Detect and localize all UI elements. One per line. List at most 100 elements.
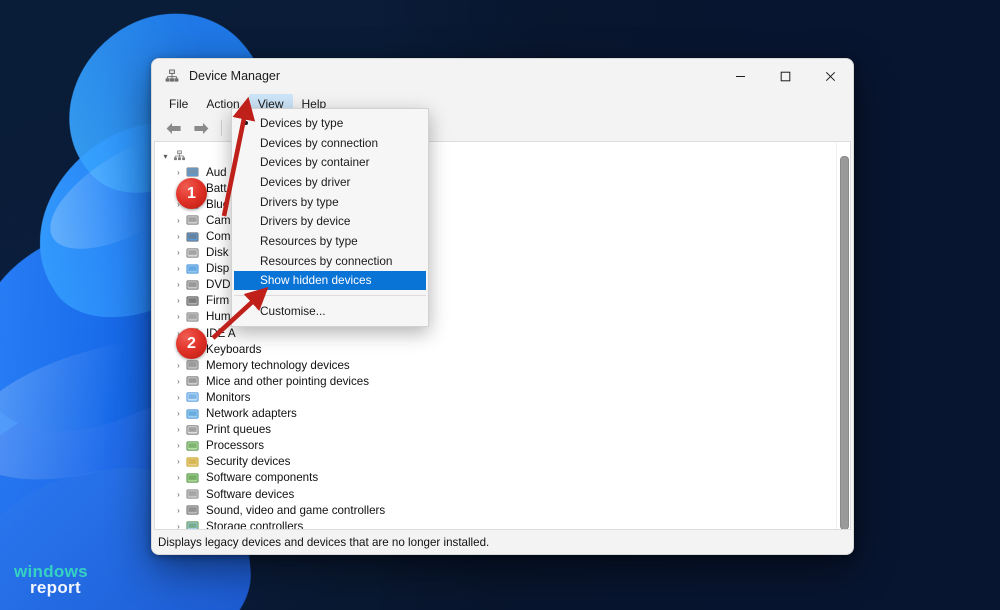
device-category-icon [185, 374, 201, 388]
maximize-icon [780, 71, 791, 81]
chevron-right-icon[interactable]: › [172, 280, 185, 289]
menu-option-show-hidden-devices[interactable]: Show hidden devices [234, 270, 426, 291]
chevron-right-icon[interactable]: › [172, 441, 185, 450]
device-category-icon [185, 503, 201, 517]
menu-option-customise[interactable]: Customise... [232, 301, 428, 321]
chevron-right-icon[interactable]: › [172, 377, 185, 386]
tree-item-label: Mice and other pointing devices [206, 374, 370, 388]
menu-option-devices-by-connection[interactable]: Devices by connection [232, 133, 428, 153]
tree-item-label: DVD [206, 278, 231, 292]
menu-option-label: Customise... [260, 304, 326, 319]
annotation-badge-2: 2 [176, 328, 207, 359]
device-category-icon [185, 278, 201, 292]
menu-separator [234, 295, 426, 297]
device-category-icon [185, 213, 201, 227]
tree-item[interactable]: › Monitors [159, 389, 836, 405]
menu-option-label: Drivers by device [260, 214, 351, 229]
annotation-badge-1: 1 [176, 178, 207, 209]
menu-option-label: Devices by driver [260, 174, 351, 189]
title-bar: Device Manager [152, 59, 853, 93]
forward-button[interactable] [188, 117, 214, 139]
back-icon [166, 122, 181, 134]
tree-item[interactable]: › Software devices [159, 486, 836, 502]
toolbar-separator [221, 120, 222, 136]
back-button[interactable] [160, 117, 186, 139]
tree-item[interactable]: › Processors [159, 438, 836, 454]
tree-item-label: Firm [206, 294, 230, 308]
chevron-right-icon[interactable]: › [172, 393, 185, 402]
computer-icon [172, 149, 188, 163]
device-category-icon [185, 246, 201, 260]
menu-option-devices-by-driver[interactable]: Devices by driver [232, 172, 428, 192]
menu-option-label: Drivers by type [260, 194, 339, 209]
window-controls [718, 59, 853, 93]
watermark: windows report [14, 563, 88, 596]
maximize-button[interactable] [763, 59, 808, 93]
tree-item[interactable]: › Storage controllers [159, 518, 836, 529]
watermark-line-2: report [30, 578, 81, 597]
chevron-down-icon[interactable]: ▾ [159, 152, 172, 161]
tree-item-label: Processors [206, 439, 264, 453]
menu-option-label: Devices by container [260, 155, 370, 170]
device-category-icon [185, 519, 201, 529]
tree-item[interactable]: › Security devices [159, 454, 836, 470]
status-text: Displays legacy devices and devices that… [158, 535, 490, 549]
chevron-right-icon[interactable]: › [172, 248, 185, 257]
chevron-right-icon[interactable]: › [172, 473, 185, 482]
device-category-icon [185, 262, 201, 276]
chevron-right-icon[interactable]: › [172, 425, 185, 434]
menu-option-drivers-by-type[interactable]: Drivers by type [232, 192, 428, 212]
tree-item-label: Sound, video and game controllers [206, 503, 386, 517]
vertical-scrollbar[interactable] [836, 142, 850, 529]
device-category-icon [185, 390, 201, 404]
tree-item-label: Print queues [206, 423, 272, 437]
menu-option-label: Resources by connection [260, 253, 393, 268]
tree-item-label: Cam [206, 213, 231, 227]
menu-option-drivers-by-device[interactable]: Drivers by device [232, 211, 428, 231]
tree-item[interactable]: › Print queues [159, 422, 836, 438]
tree-item-label: Disp [206, 262, 230, 276]
device-category-icon [185, 294, 201, 308]
tree-item[interactable]: › Network adapters [159, 406, 836, 422]
menu-option-label: Devices by connection [260, 135, 379, 150]
tree-item-label: Blue [206, 197, 230, 211]
chevron-right-icon[interactable]: › [172, 232, 185, 241]
menu-option-devices-by-container[interactable]: Devices by container [232, 152, 428, 172]
tree-item[interactable]: ›Keyboards [159, 341, 836, 357]
device-category-icon [185, 455, 201, 469]
tree-item[interactable]: › Memory technology devices [159, 357, 836, 373]
minimize-button[interactable] [718, 59, 763, 93]
view-dropdown-menu: Devices by type Devices by connection Devi… [231, 108, 429, 327]
chevron-right-icon[interactable]: › [172, 168, 185, 177]
device-manager-icon [165, 69, 179, 82]
radio-bullet-icon [244, 120, 248, 125]
device-category-icon [185, 165, 201, 179]
menu-option-devices-by-type[interactable]: Devices by type [232, 113, 428, 133]
chevron-right-icon[interactable]: › [172, 312, 185, 321]
chevron-right-icon[interactable]: › [172, 457, 185, 466]
tree-item-label: Security devices [206, 455, 291, 469]
minimize-icon [736, 75, 745, 77]
tree-item[interactable]: › Software components [159, 470, 836, 486]
chevron-right-icon[interactable]: › [172, 361, 185, 370]
close-button[interactable] [808, 59, 853, 93]
tree-item-label: Keyboards [206, 342, 262, 356]
menu-option-resources-by-connection[interactable]: Resources by connection [232, 251, 428, 271]
tree-item-label: Monitors [206, 390, 251, 404]
menu-file[interactable]: File [160, 94, 197, 115]
chevron-right-icon[interactable]: › [172, 264, 185, 273]
tree-item[interactable]: › Mice and other pointing devices [159, 373, 836, 389]
chevron-right-icon[interactable]: › [172, 506, 185, 515]
device-category-icon [185, 487, 201, 501]
chevron-right-icon[interactable]: › [172, 216, 185, 225]
tree-item[interactable]: ›IDE A [159, 325, 836, 341]
scrollbar-thumb[interactable] [840, 156, 849, 529]
chevron-right-icon[interactable]: › [172, 296, 185, 305]
device-category-icon [185, 358, 201, 372]
tree-item[interactable]: › Sound, video and game controllers [159, 502, 836, 518]
menu-option-resources-by-type[interactable]: Resources by type [232, 231, 428, 251]
chevron-right-icon[interactable]: › [172, 522, 185, 529]
tree-item-label: Network adapters [206, 407, 297, 421]
chevron-right-icon[interactable]: › [172, 490, 185, 499]
chevron-right-icon[interactable]: › [172, 409, 185, 418]
